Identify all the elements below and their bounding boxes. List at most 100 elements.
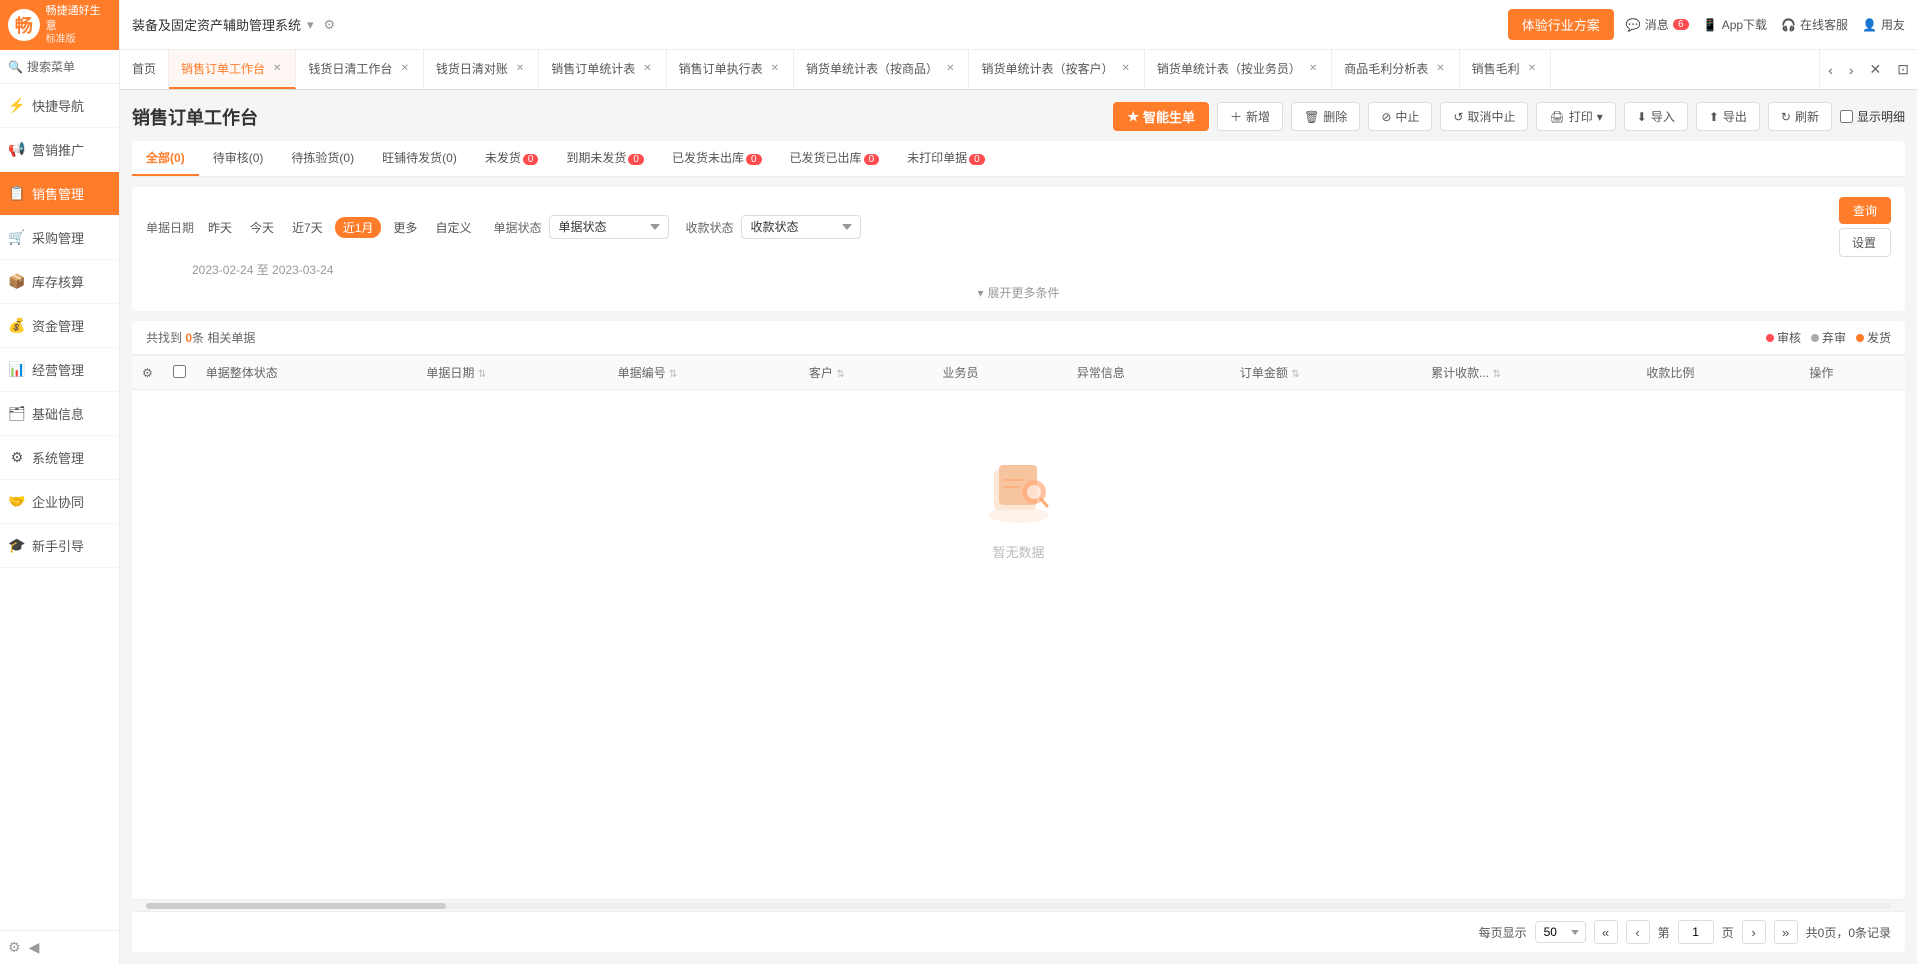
tab-sales-stats[interactable]: 销售订单统计表 ✕ [539,50,666,89]
cancel-review-action[interactable]: 弃审 [1811,329,1846,346]
tab-gross-profit[interactable]: 商品毛利分析表 ✕ [1332,50,1459,89]
scrollbar-thumb[interactable] [146,903,446,909]
tab-scroll-right-btn[interactable]: › [1841,50,1862,89]
delete-btn[interactable]: 🗑 删除 [1291,102,1360,131]
tab-sales-profit[interactable]: 销售毛利 ✕ [1460,50,1551,89]
page-next-btn[interactable]: › [1742,920,1766,944]
sort-amount-icon[interactable]: ⇅ [1291,369,1299,380]
per-page-select[interactable]: 50 10 20 30 100 [1535,921,1586,943]
tab-scroll-left-btn[interactable]: ‹ [1820,50,1841,89]
date-link-7days[interactable]: 近7天 [286,217,329,238]
tab-sales-exec[interactable]: 销售订单执行表 ✕ [667,50,794,89]
tab-home[interactable]: 首页 [120,50,169,89]
page-prev-btn[interactable]: ‹ [1626,920,1650,944]
tab-close-sales-workbench[interactable]: ✕ [271,62,283,75]
message-action[interactable]: 💬 消息 6 [1626,16,1689,33]
export-btn[interactable]: ⬆ 导出 [1696,102,1760,131]
service-action[interactable]: 🎧 在线客服 [1781,16,1848,33]
smart-btn[interactable]: ★ 智能生单 [1113,102,1209,131]
download-action[interactable]: 📱 App下载 [1703,16,1767,33]
sidebar-item-marketing[interactable]: 📢 营销推广 [0,128,119,172]
tab-close-sales-exec[interactable]: ✕ [769,62,781,75]
tab-sales-workbench[interactable]: 销售订单工作台 ✕ [169,50,296,89]
filter-settings-btn[interactable]: 设置 [1839,228,1891,257]
sidebar-item-quick-nav[interactable]: ⚡ 快捷导航 [0,84,119,128]
sidebar-item-newbie[interactable]: 🎓 新手引导 [0,524,119,568]
tab-close-sales-summary-product[interactable]: ✕ [944,62,956,75]
status-select[interactable]: 单据状态 [549,215,669,239]
sort-number-icon[interactable]: ⇅ [669,369,677,380]
search-menu[interactable]: 🔍 搜索菜单 [0,50,119,84]
payment-select[interactable]: 收款状态 [741,215,861,239]
filter-tab-wangpu-pending[interactable]: 旺铺待发货(0) [368,141,471,176]
page-first-btn[interactable]: « [1594,920,1618,944]
select-all-checkbox[interactable] [173,365,186,378]
print-icon: 🖨 [1549,110,1564,124]
date-link-yesterday[interactable]: 昨天 [202,217,238,238]
collapse-icon[interactable]: ◀ [29,939,40,956]
page-input[interactable] [1678,920,1714,944]
page-last-btn[interactable]: » [1774,920,1798,944]
tab-cash-reconcile[interactable]: 钱货日清对账 ✕ [424,50,539,89]
stop-btn[interactable]: ⊘ 中止 [1368,102,1432,131]
sidebar-item-purchase[interactable]: 🛒 采购管理 [0,216,119,260]
filter-actions: 查询 设置 [1839,197,1891,257]
sidebar-item-finance[interactable]: 💰 资金管理 [0,304,119,348]
date-link-custom[interactable]: 自定义 [429,217,477,238]
ship-action[interactable]: 发货 [1856,329,1891,346]
filter-tab-all[interactable]: 全部(0) [132,141,199,176]
tab-close-cash-reconcile[interactable]: ✕ [514,62,526,75]
horizontal-scrollbar[interactable] [132,899,1905,911]
tab-sales-summary-staff[interactable]: 销货单统计表（按业务员） ✕ [1145,50,1332,89]
record-count: 0 [185,331,192,345]
tab-expand-btn[interactable]: ⊡ [1889,50,1917,89]
user-action[interactable]: 👤 用友 [1862,16,1905,33]
review-action[interactable]: 审核 [1766,329,1801,346]
tab-close-cash-daily[interactable]: ✕ [398,62,410,75]
tab-close-all-btn[interactable]: ✕ [1862,50,1890,89]
filter-tab-overdue-ship[interactable]: 到期未发货0 [552,141,658,176]
settings-gear-icon[interactable]: ⚙ [324,17,336,33]
tab-sales-summary-product[interactable]: 销货单统计表（按商品） ✕ [794,50,969,89]
sort-collected-icon[interactable]: ⇅ [1492,369,1500,380]
tab-close-gross-profit[interactable]: ✕ [1434,62,1446,75]
tab-close-sales-profit[interactable]: ✕ [1526,62,1538,75]
settings-icon[interactable]: ⚙ [8,939,21,956]
query-btn[interactable]: 查询 [1839,197,1891,224]
column-settings-icon[interactable]: ⚙ [142,366,153,380]
sort-customer-icon[interactable]: ⇅ [836,369,844,380]
refresh-btn[interactable]: ↻ 刷新 [1768,102,1832,131]
tab-close-sales-summary-customer[interactable]: ✕ [1119,62,1131,75]
sidebar-item-enterprise[interactable]: 🤝 企业协同 [0,480,119,524]
filter-tab-pending-inspect[interactable]: 待拣验货(0) [277,141,368,176]
sidebar-item-inventory[interactable]: 📦 库存核算 [0,260,119,304]
sort-date-icon[interactable]: ⇅ [478,369,486,380]
table-scroll-area[interactable]: ⚙ 单据整体状态 单据日期 ⇅ [132,355,1905,899]
tab-close-sales-summary-staff[interactable]: ✕ [1307,62,1319,75]
add-btn[interactable]: ＋ 新增 [1217,102,1283,131]
tab-close-sales-stats[interactable]: ✕ [641,62,653,75]
date-link-month[interactable]: 近1月 [335,217,382,238]
sidebar-item-operations[interactable]: 📊 经营管理 [0,348,119,392]
date-link-today[interactable]: 今天 [244,217,280,238]
filter-tab-not-shipped[interactable]: 未发货0 [471,141,553,176]
tab-cash-daily[interactable]: 钱货日清工作台 ✕ [296,50,423,89]
sidebar-item-sales[interactable]: 📋 销售管理 [0,172,119,216]
show-detail-input[interactable] [1840,110,1853,123]
filter-tab-shipped-out[interactable]: 已发货已出库0 [776,141,894,176]
sidebar-item-system[interactable]: ⚙ 系统管理 [0,436,119,480]
sidebar-item-base-info[interactable]: 🗂 基础信息 [0,392,119,436]
filter-tab-shipped-not-out[interactable]: 已发货未出库0 [658,141,776,176]
print-btn[interactable]: 🖨 打印 ▾ [1536,102,1615,131]
filter-tab-not-printed[interactable]: 未打印单据0 [893,141,999,176]
expand-more-btn[interactable]: ▾ 展开更多条件 [146,284,1891,301]
import-btn[interactable]: ⬇ 导入 [1624,102,1688,131]
show-detail-checkbox[interactable]: 显示明细 [1840,108,1905,125]
filter-tab-pending-review[interactable]: 待审核(0) [199,141,278,176]
table-head: ⚙ 单据整体状态 单据日期 ⇅ [132,356,1905,390]
filter-payment: 收款状态 收款状态 [685,215,861,239]
cancel-stop-btn[interactable]: ↺ 取消中止 [1440,102,1528,131]
date-link-more[interactable]: 更多 [387,217,423,238]
tab-sales-summary-customer[interactable]: 销货单统计表（按客户） ✕ [969,50,1144,89]
solution-btn[interactable]: 体验行业方案 [1508,9,1614,40]
